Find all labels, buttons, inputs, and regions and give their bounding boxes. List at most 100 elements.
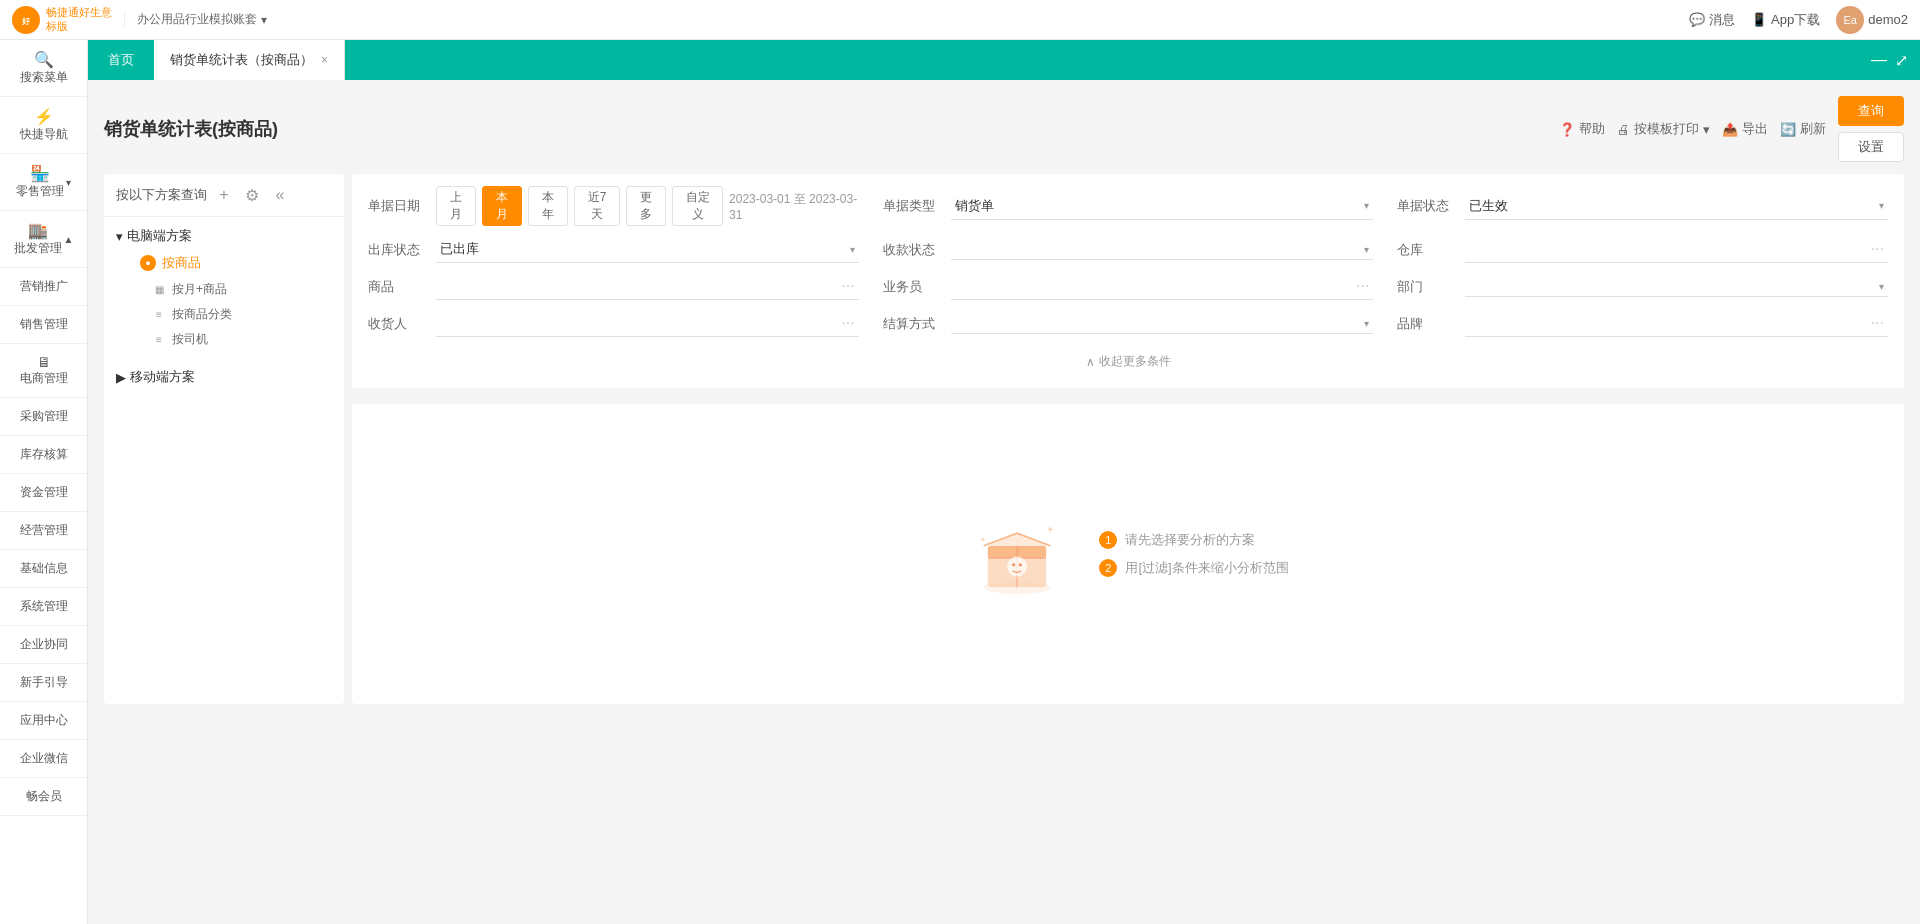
tab-active[interactable]: 销货单统计表（按商品） × — [154, 40, 345, 80]
dots-icon[interactable]: ··· — [1356, 277, 1369, 295]
svg-point-9 — [1019, 563, 1022, 566]
sidebar-appstore-label: 应用中心 — [4, 712, 83, 729]
sidebar-item-inventory[interactable]: 库存核算 — [0, 436, 87, 474]
chevron-up-icon: ∧ — [1086, 355, 1095, 369]
chevron-down-icon: ▾ — [66, 177, 71, 188]
collapse-conditions-btn[interactable]: ∧ 收起更多条件 — [368, 347, 1888, 376]
user-btn[interactable]: Ea demo2 — [1836, 6, 1908, 34]
receipt-status-select[interactable]: ▾ — [951, 240, 1374, 260]
mobile-icon: 📱 — [1751, 12, 1767, 27]
scheme-pc-title[interactable]: ▾ 电脑端方案 — [116, 223, 332, 249]
doc-status-select[interactable]: 已生效 ▾ — [1465, 193, 1888, 220]
query-button[interactable]: 查询 — [1838, 96, 1904, 126]
sidebar-purchase-label: 采购管理 — [4, 408, 83, 425]
tab-close-icon[interactable]: × — [321, 53, 328, 67]
sidebar-item-sales[interactable]: 销售管理 — [0, 306, 87, 344]
dots-icon[interactable]: ··· — [1871, 314, 1884, 332]
sidebar-item-wholesale[interactable]: 🏬 批发管理 ▲ — [0, 211, 87, 268]
sidebar: 🔍 搜索菜单 ⚡ 快捷导航 🏪 零售管理 ▾ 🏬 批发管理 ▲ 营销推广 销售管… — [0, 40, 88, 924]
svg-text:✦: ✦ — [980, 536, 986, 543]
empty-tip-2: 2 用[过滤]条件来缩小分析范围 — [1099, 559, 1288, 577]
message-btn[interactable]: 💬 消息 — [1689, 11, 1735, 29]
date-more-btn[interactable]: 更多 — [626, 186, 666, 226]
tab-home[interactable]: 首页 — [88, 40, 154, 80]
filter-cell-date: 单据日期 上月 本月 本年 近7天 更多 自定义 2023-03-01 至 20… — [368, 186, 859, 226]
filter-cell-recipient: 收货人 ··· — [368, 310, 859, 337]
help-btn[interactable]: ❓ 帮助 — [1559, 120, 1605, 138]
settings-button[interactable]: 设置 — [1838, 132, 1904, 162]
scheme-item-by-month-goods[interactable]: ▦ 按月+商品 — [116, 277, 332, 302]
sidebar-item-operations[interactable]: 经营管理 — [0, 512, 87, 550]
help-icon: ❓ — [1559, 122, 1575, 137]
chevron-down-icon: ▾ — [261, 13, 267, 27]
app-download-label: App下载 — [1771, 11, 1820, 29]
date-current-month-btn[interactable]: 本月 — [482, 186, 522, 226]
sidebar-item-finance[interactable]: 资金管理 — [0, 474, 87, 512]
scheme-collapse-btn[interactable]: « — [269, 184, 291, 206]
dots-icon[interactable]: ··· — [1871, 240, 1884, 258]
tab-maximize-btn[interactable]: ⤢ — [1895, 51, 1908, 70]
svg-text:好: 好 — [21, 17, 31, 26]
scheme-settings-btn[interactable]: ⚙ — [241, 184, 263, 206]
goods-label: 商品 — [368, 278, 428, 296]
export-btn[interactable]: 📤 导出 — [1722, 120, 1768, 138]
avatar: Ea — [1836, 6, 1864, 34]
filter-cell-warehouse: 仓库 ··· — [1397, 236, 1888, 263]
empty-illustration: ✦ ✦ — [967, 504, 1067, 604]
warehouse-select[interactable]: ··· — [1465, 236, 1888, 263]
refresh-btn[interactable]: 🔄 刷新 — [1780, 120, 1826, 138]
sidebar-item-guide[interactable]: 新手引导 — [0, 664, 87, 702]
tab-bar-actions: — ⤢ — [1871, 51, 1920, 70]
sidebar-member-label: 畅会员 — [4, 788, 83, 805]
goods-select[interactable]: ··· — [436, 273, 859, 300]
sidebar-item-enterprise-wechat[interactable]: 企业微信 — [0, 740, 87, 778]
filter-cell-receiptstatus: 收款状态 ▾ — [883, 240, 1374, 260]
app-download-btn[interactable]: 📱 App下载 — [1751, 11, 1820, 29]
recipient-select[interactable]: ··· — [436, 310, 859, 337]
sidebar-item-purchase[interactable]: 采购管理 — [0, 398, 87, 436]
scheme-item-by-goods[interactable]: ● 按商品 — [116, 249, 332, 277]
dots-icon[interactable]: ··· — [841, 314, 854, 332]
out-status-select[interactable]: 已出库 ▾ — [436, 236, 859, 263]
scheme-header: 按以下方案查询 + ⚙ « — [104, 174, 344, 217]
sidebar-item-marketing[interactable]: 营销推广 — [0, 268, 87, 306]
filter-cell-goods: 商品 ··· — [368, 273, 859, 300]
sidebar-item-appstore[interactable]: 应用中心 — [0, 702, 87, 740]
sidebar-item-quick-nav[interactable]: ⚡ 快捷导航 — [0, 97, 87, 154]
brand-select[interactable]: ··· — [1465, 310, 1888, 337]
dots-icon[interactable]: ··· — [841, 277, 854, 295]
recipient-label: 收货人 — [368, 315, 428, 333]
sidebar-item-system[interactable]: 系统管理 — [0, 588, 87, 626]
chevron-down-icon: ▾ — [1364, 318, 1369, 329]
scheme-item-by-category[interactable]: ≡ 按商品分类 — [116, 302, 332, 327]
scheme-mobile-title[interactable]: ▶ 移动端方案 — [116, 364, 332, 390]
print-btn[interactable]: 🖨 按模板打印 ▾ — [1617, 120, 1710, 138]
sidebar-item-basic[interactable]: 基础信息 — [0, 550, 87, 588]
app-selector[interactable]: 办公用品行业模拟账套 ▾ — [124, 11, 267, 28]
svg-point-7 — [1007, 557, 1027, 577]
sidebar-item-ecommerce[interactable]: 🖥 电商管理 — [0, 344, 87, 398]
salesman-select[interactable]: ··· — [951, 273, 1374, 300]
warehouse-label: 仓库 — [1397, 241, 1457, 259]
payment-select[interactable]: ▾ — [951, 314, 1374, 334]
chevron-down-icon: ▾ — [1364, 244, 1369, 255]
sidebar-item-member[interactable]: 畅会员 — [0, 778, 87, 816]
dept-select[interactable]: ▾ — [1465, 277, 1888, 297]
scheme-item-by-driver[interactable]: ≡ 按司机 — [116, 327, 332, 352]
page-title: 销货单统计表(按商品) — [104, 117, 278, 141]
tab-minimize-btn[interactable]: — — [1871, 51, 1887, 69]
sidebar-item-enterprise[interactable]: 企业协同 — [0, 626, 87, 664]
doc-type-select[interactable]: 销货单 ▾ — [951, 193, 1374, 220]
date-last-month-btn[interactable]: 上月 — [436, 186, 476, 226]
sidebar-item-search[interactable]: 🔍 搜索菜单 — [0, 40, 87, 97]
date-range-text: 2023-03-01 至 2023-03-31 — [729, 191, 859, 222]
tip-num-1: 1 — [1099, 531, 1117, 549]
query-btns: 查询 设置 — [1838, 96, 1904, 162]
content-area: 首页 销货单统计表（按商品） × — ⤢ 销货单统计表(按商品) ❓ 帮助 — [88, 40, 1920, 924]
out-status-value: 已出库 — [440, 240, 846, 258]
date-current-year-btn[interactable]: 本年 — [528, 186, 568, 226]
sidebar-item-retail[interactable]: 🏪 零售管理 ▾ — [0, 154, 87, 211]
scheme-add-btn[interactable]: + — [213, 184, 235, 206]
date-custom-btn[interactable]: 自定义 — [672, 186, 723, 226]
date-last7-btn[interactable]: 近7天 — [574, 186, 620, 226]
